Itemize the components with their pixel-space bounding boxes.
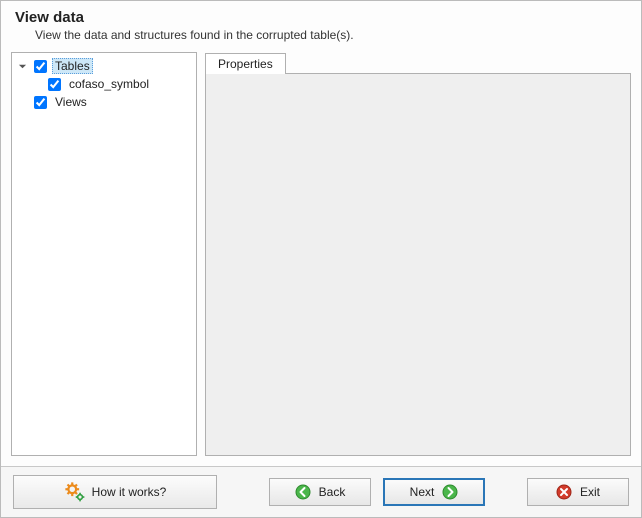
back-label: Back xyxy=(319,485,346,499)
tree-node-label[interactable]: Views xyxy=(52,95,90,109)
tree-node-label[interactable]: Tables xyxy=(52,58,93,74)
checkbox-tables[interactable] xyxy=(34,60,47,73)
footer: How it works? Back Next Exit xyxy=(1,466,641,517)
chevron-down-icon[interactable] xyxy=(16,62,28,71)
page-title: View data xyxy=(15,9,627,26)
right-panel: Properties xyxy=(205,52,631,456)
tab-properties[interactable]: Properties xyxy=(205,53,286,74)
close-icon xyxy=(556,484,572,500)
checkbox-cofaso-symbol[interactable] xyxy=(48,78,61,91)
tree-node-views[interactable]: Views xyxy=(16,93,194,111)
tab-bar: Properties xyxy=(205,52,631,73)
how-it-works-button[interactable]: How it works? xyxy=(13,475,217,509)
tree: Tables cofaso_symbol xyxy=(14,57,194,111)
tree-node-cofaso-symbol[interactable]: cofaso_symbol xyxy=(30,75,194,93)
how-it-works-label: How it works? xyxy=(92,485,167,499)
main-area: Tables cofaso_symbol xyxy=(1,48,641,466)
properties-content xyxy=(205,73,631,456)
checkbox-views[interactable] xyxy=(34,96,47,109)
header: View data View the data and structures f… xyxy=(1,1,641,48)
exit-label: Exit xyxy=(580,485,600,499)
gears-icon xyxy=(64,481,86,503)
next-button[interactable]: Next xyxy=(383,478,485,506)
arrow-right-icon xyxy=(442,484,458,500)
page-subtitle: View the data and structures found in th… xyxy=(35,28,627,42)
tree-node-label[interactable]: cofaso_symbol xyxy=(66,77,152,91)
exit-button[interactable]: Exit xyxy=(527,478,629,506)
next-label: Next xyxy=(410,485,435,499)
tree-node-tables[interactable]: Tables xyxy=(16,57,194,75)
arrow-left-icon xyxy=(295,484,311,500)
tree-panel: Tables cofaso_symbol xyxy=(11,52,197,456)
back-button[interactable]: Back xyxy=(269,478,371,506)
